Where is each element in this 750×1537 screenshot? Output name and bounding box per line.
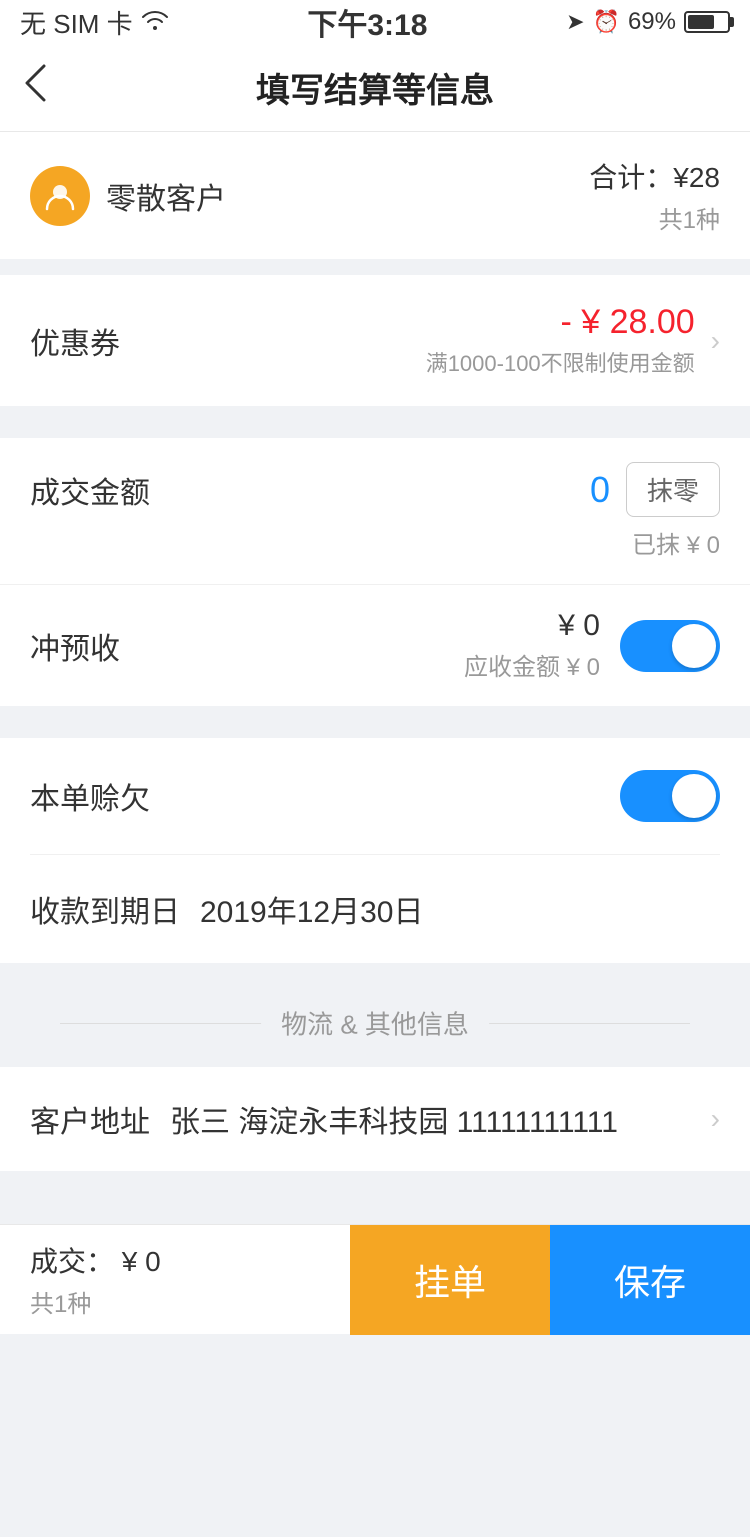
address-left: 客户地址 张三 海淀永丰科技园 11111111111 bbox=[30, 1097, 618, 1141]
spacer-1 bbox=[0, 422, 750, 438]
prepay-row: 冲预收 ¥ 0 应收金额 ¥ 0 bbox=[0, 585, 750, 706]
debt-label: 本单赊欠 bbox=[30, 774, 150, 818]
status-bar: 无 SIM 卡 下午3:18 ➤ ⏰ 69% bbox=[0, 0, 750, 44]
customer-count: 共1种 bbox=[589, 200, 720, 235]
wifi-icon bbox=[141, 7, 169, 38]
back-button[interactable] bbox=[24, 64, 46, 112]
address-label: 客户地址 bbox=[30, 1097, 150, 1141]
address-row[interactable]: 客户地址 张三 海淀永丰科技园 11111111111 › bbox=[0, 1067, 750, 1171]
bottom-padding bbox=[0, 1427, 750, 1537]
toggle-knob bbox=[672, 624, 716, 668]
prepay-amount: ¥ 0 bbox=[464, 609, 600, 643]
coupon-label: 优惠券 bbox=[30, 319, 120, 363]
amount-row-bottom: 已抹 ¥ 0 bbox=[30, 525, 720, 560]
hold-button[interactable]: 挂单 bbox=[350, 1225, 550, 1335]
amount-value[interactable]: 0 bbox=[590, 469, 610, 511]
prepay-sub: 应收金额 ¥ 0 bbox=[464, 647, 600, 682]
duedate-label: 收款到期日 bbox=[30, 887, 180, 931]
customer-left: 零散客户 bbox=[30, 166, 226, 226]
coupon-sub: 满1000-100不限制使用金额 bbox=[426, 346, 695, 378]
status-time: 下午3:18 bbox=[307, 0, 427, 44]
bottom-transaction-label: 成交： bbox=[30, 1246, 114, 1277]
prepay-toggle[interactable] bbox=[620, 620, 720, 672]
debt-row: 本单赊欠 bbox=[0, 738, 750, 854]
coupon-row[interactable]: 优惠券 - ¥ 28.00 满1000-100不限制使用金额 › bbox=[0, 275, 750, 406]
spacer-4 bbox=[0, 1051, 750, 1067]
bottom-transaction-value: ¥ 0 bbox=[122, 1246, 161, 1277]
debt-toggle-knob bbox=[672, 774, 716, 818]
coupon-value: - ¥ 28.00 bbox=[426, 303, 695, 342]
page-title: 填写结算等信息 bbox=[256, 63, 494, 112]
prepay-right: ¥ 0 应收金额 ¥ 0 bbox=[464, 609, 720, 682]
debt-section: 本单赊欠 收款到期日 2019年12月30日 bbox=[0, 738, 750, 963]
customer-total: 合计：¥28 bbox=[589, 156, 720, 196]
bottom-count: 共1种 bbox=[30, 1284, 320, 1319]
customer-section: 零散客户 合计：¥28 共1种 bbox=[0, 132, 750, 259]
status-left: 无 SIM 卡 bbox=[20, 4, 169, 41]
spacer-2 bbox=[0, 722, 750, 738]
battery-percent: 69% bbox=[628, 8, 676, 36]
duedate-row[interactable]: 收款到期日 2019年12月30日 bbox=[0, 855, 750, 963]
customer-row: 零散客户 合计：¥28 共1种 bbox=[0, 132, 750, 259]
transaction-section: 成交金额 0 抹零 已抹 ¥ 0 冲预收 ¥ 0 应收金额 ¥ 0 bbox=[0, 438, 750, 706]
divider-text: 物流 & 其他信息 bbox=[261, 1005, 489, 1042]
coupon-value-block: - ¥ 28.00 满1000-100不限制使用金额 bbox=[426, 303, 695, 378]
location-icon: ➤ bbox=[566, 9, 584, 35]
avatar bbox=[30, 166, 90, 226]
amount-row: 成交金额 0 抹零 已抹 ¥ 0 bbox=[0, 438, 750, 585]
amount-input-area: 0 抹零 bbox=[590, 462, 720, 517]
round-button[interactable]: 抹零 bbox=[626, 462, 720, 517]
carrier-text: 无 SIM 卡 bbox=[20, 4, 133, 41]
bottom-transaction: 成交： ¥ 0 bbox=[30, 1240, 320, 1280]
customer-right: 合计：¥28 共1种 bbox=[589, 156, 720, 235]
battery-icon bbox=[684, 11, 730, 33]
status-right: ➤ ⏰ 69% bbox=[566, 8, 730, 36]
address-section: 客户地址 张三 海淀永丰科技园 11111111111 › bbox=[0, 1067, 750, 1171]
chevron-right-icon: › bbox=[711, 325, 720, 357]
prepay-values: ¥ 0 应收金额 ¥ 0 bbox=[464, 609, 600, 682]
nav-bar: 填写结算等信息 bbox=[0, 44, 750, 132]
address-value: 张三 海淀永丰科技园 11111111111 bbox=[170, 1097, 618, 1141]
coupon-section: 优惠券 - ¥ 28.00 满1000-100不限制使用金额 › bbox=[0, 275, 750, 406]
coupon-right: - ¥ 28.00 满1000-100不限制使用金额 › bbox=[426, 303, 720, 378]
logistics-divider-section: 物流 & 其他信息 bbox=[0, 995, 750, 1051]
spacer-3 bbox=[0, 979, 750, 995]
customer-name: 零散客户 bbox=[106, 174, 226, 218]
amount-label: 成交金额 bbox=[30, 468, 150, 512]
bottom-info: 成交： ¥ 0 共1种 bbox=[0, 1240, 350, 1319]
save-button[interactable]: 保存 bbox=[550, 1225, 750, 1335]
bottom-bar: 成交： ¥ 0 共1种 挂单 保存 bbox=[0, 1224, 750, 1334]
duedate-value: 2019年12月30日 bbox=[200, 887, 423, 931]
amount-row-top: 成交金额 0 抹零 bbox=[30, 462, 720, 517]
debt-toggle[interactable] bbox=[620, 770, 720, 822]
prepay-label: 冲预收 bbox=[30, 624, 120, 668]
alarm-icon: ⏰ bbox=[593, 9, 620, 35]
address-chevron-icon: › bbox=[711, 1103, 720, 1135]
